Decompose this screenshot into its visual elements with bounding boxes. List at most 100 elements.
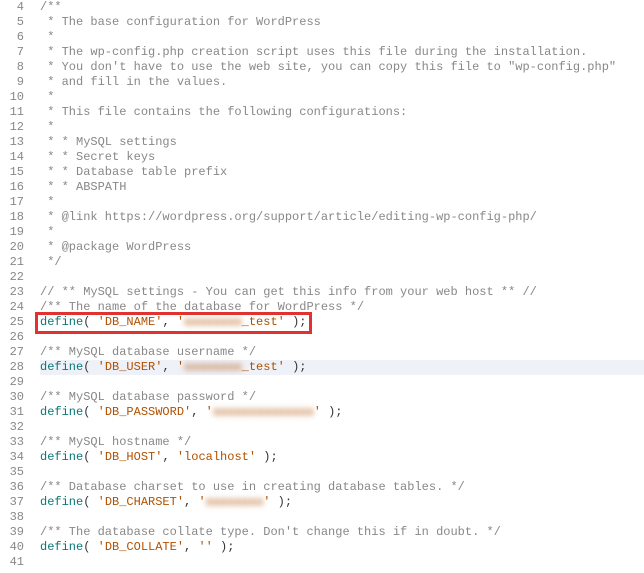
code-line[interactable]: * [40, 30, 644, 45]
comment-text: * [40, 120, 54, 134]
code-line[interactable]: define( 'DB_CHARSET', 'aaaaaaaa' ); [40, 495, 644, 510]
define-value: 'aaaaaaaa_test' [177, 315, 285, 329]
code-line[interactable]: define( 'DB_HOST', 'localhost' ); [40, 450, 644, 465]
line-number: 10 [0, 90, 24, 105]
define-keyword: define [40, 540, 83, 554]
define-keyword: define [40, 450, 83, 464]
comment-text: * * ABSPATH [40, 180, 126, 194]
comment-text: /** The name of the database for WordPre… [40, 300, 364, 314]
line-number: 25 [0, 315, 24, 330]
code-line[interactable] [40, 420, 644, 435]
code-line[interactable] [40, 555, 644, 570]
define-key: 'DB_USER' [98, 360, 163, 374]
define-value: 'localhost' [177, 450, 256, 464]
line-number: 27 [0, 345, 24, 360]
line-number: 38 [0, 510, 24, 525]
code-line[interactable]: * [40, 225, 644, 240]
code-line[interactable]: * * MySQL settings [40, 135, 644, 150]
code-line[interactable] [40, 375, 644, 390]
code-line[interactable] [40, 270, 644, 285]
line-number: 41 [0, 555, 24, 570]
line-number: 13 [0, 135, 24, 150]
comment-text: * [40, 225, 54, 239]
line-number: 14 [0, 150, 24, 165]
code-line[interactable]: /** The name of the database for WordPre… [40, 300, 644, 315]
comment-text: /** MySQL hostname */ [40, 435, 191, 449]
line-number-gutter: 4567891011121314151617181920212223242526… [0, 0, 30, 573]
comment-text: * @link https://wordpress.org/support/ar… [40, 210, 537, 224]
comment-text: /** The database collate type. Don't cha… [40, 525, 501, 539]
code-line[interactable]: * and fill in the values. [40, 75, 644, 90]
define-key: 'DB_NAME' [98, 315, 163, 329]
comment-text: * and fill in the values. [40, 75, 227, 89]
code-line[interactable]: define( 'DB_NAME', 'aaaaaaaa_test' ); [40, 315, 644, 330]
code-line[interactable]: /** The database collate type. Don't cha… [40, 525, 644, 540]
code-line[interactable]: * * ABSPATH [40, 180, 644, 195]
code-line[interactable]: * @link https://wordpress.org/support/ar… [40, 210, 644, 225]
line-number: 36 [0, 480, 24, 495]
code-line[interactable] [40, 330, 644, 345]
comment-text: * * Secret keys [40, 150, 155, 164]
code-line[interactable]: /** MySQL database password */ [40, 390, 644, 405]
line-number: 17 [0, 195, 24, 210]
line-number: 9 [0, 75, 24, 90]
code-line[interactable]: * You don't have to use the web site, yo… [40, 60, 644, 75]
line-number: 28 [0, 360, 24, 375]
code-line[interactable]: define( 'DB_COLLATE', '' ); [40, 540, 644, 555]
comment-text: * @package WordPress [40, 240, 191, 254]
code-line[interactable]: /** MySQL database username */ [40, 345, 644, 360]
comment-text: /** MySQL database password */ [40, 390, 256, 404]
code-line[interactable]: * * Secret keys [40, 150, 644, 165]
line-number: 30 [0, 390, 24, 405]
line-number: 34 [0, 450, 24, 465]
code-line[interactable]: * The base configuration for WordPress [40, 15, 644, 30]
define-key: 'DB_PASSWORD' [98, 405, 192, 419]
code-line[interactable]: define( 'DB_PASSWORD', 'aaaaaaaaaaaaaa' … [40, 405, 644, 420]
define-keyword: define [40, 495, 83, 509]
code-line[interactable]: * The wp-config.php creation script uses… [40, 45, 644, 60]
define-keyword: define [40, 405, 83, 419]
line-number: 18 [0, 210, 24, 225]
define-key: 'DB_CHARSET' [98, 495, 184, 509]
line-number: 26 [0, 330, 24, 345]
define-key: 'DB_COLLATE' [98, 540, 184, 554]
comment-text: * * MySQL settings [40, 135, 177, 149]
line-number: 16 [0, 180, 24, 195]
code-line[interactable]: /** Database charset to use in creating … [40, 480, 644, 495]
define-value: 'aaaaaaaaaaaaaa' [206, 405, 321, 419]
code-line[interactable]: * [40, 120, 644, 135]
code-line[interactable]: * * Database table prefix [40, 165, 644, 180]
line-number: 21 [0, 255, 24, 270]
line-number: 20 [0, 240, 24, 255]
code-line[interactable]: /** MySQL hostname */ [40, 435, 644, 450]
define-key: 'DB_HOST' [98, 450, 163, 464]
code-line[interactable]: * @package WordPress [40, 240, 644, 255]
comment-text: // ** MySQL settings - You can get this … [40, 285, 537, 299]
comment-text: * The base configuration for WordPress [40, 15, 321, 29]
code-line[interactable]: */ [40, 255, 644, 270]
code-line[interactable]: /** [40, 0, 644, 15]
code-line[interactable]: * This file contains the following confi… [40, 105, 644, 120]
code-line[interactable]: * [40, 195, 644, 210]
comment-text: */ [40, 255, 62, 269]
comment-text: /** MySQL database username */ [40, 345, 256, 359]
code-line[interactable]: * [40, 90, 644, 105]
line-number: 6 [0, 30, 24, 45]
line-number: 7 [0, 45, 24, 60]
line-number: 11 [0, 105, 24, 120]
code-line[interactable]: define( 'DB_USER', 'aaaaaaaa_test' ); [40, 360, 644, 375]
code-area[interactable]: /** * The base configuration for WordPre… [30, 0, 644, 573]
comment-text: * You don't have to use the web site, yo… [40, 60, 616, 74]
line-number: 12 [0, 120, 24, 135]
line-number: 22 [0, 270, 24, 285]
code-line[interactable] [40, 510, 644, 525]
define-value: '' [198, 540, 212, 554]
line-number: 40 [0, 540, 24, 555]
line-number: 29 [0, 375, 24, 390]
code-line[interactable] [40, 465, 644, 480]
code-line[interactable]: // ** MySQL settings - You can get this … [40, 285, 644, 300]
line-number: 8 [0, 60, 24, 75]
line-number: 33 [0, 435, 24, 450]
comment-text: * The wp-config.php creation script uses… [40, 45, 587, 59]
comment-text: * [40, 195, 54, 209]
